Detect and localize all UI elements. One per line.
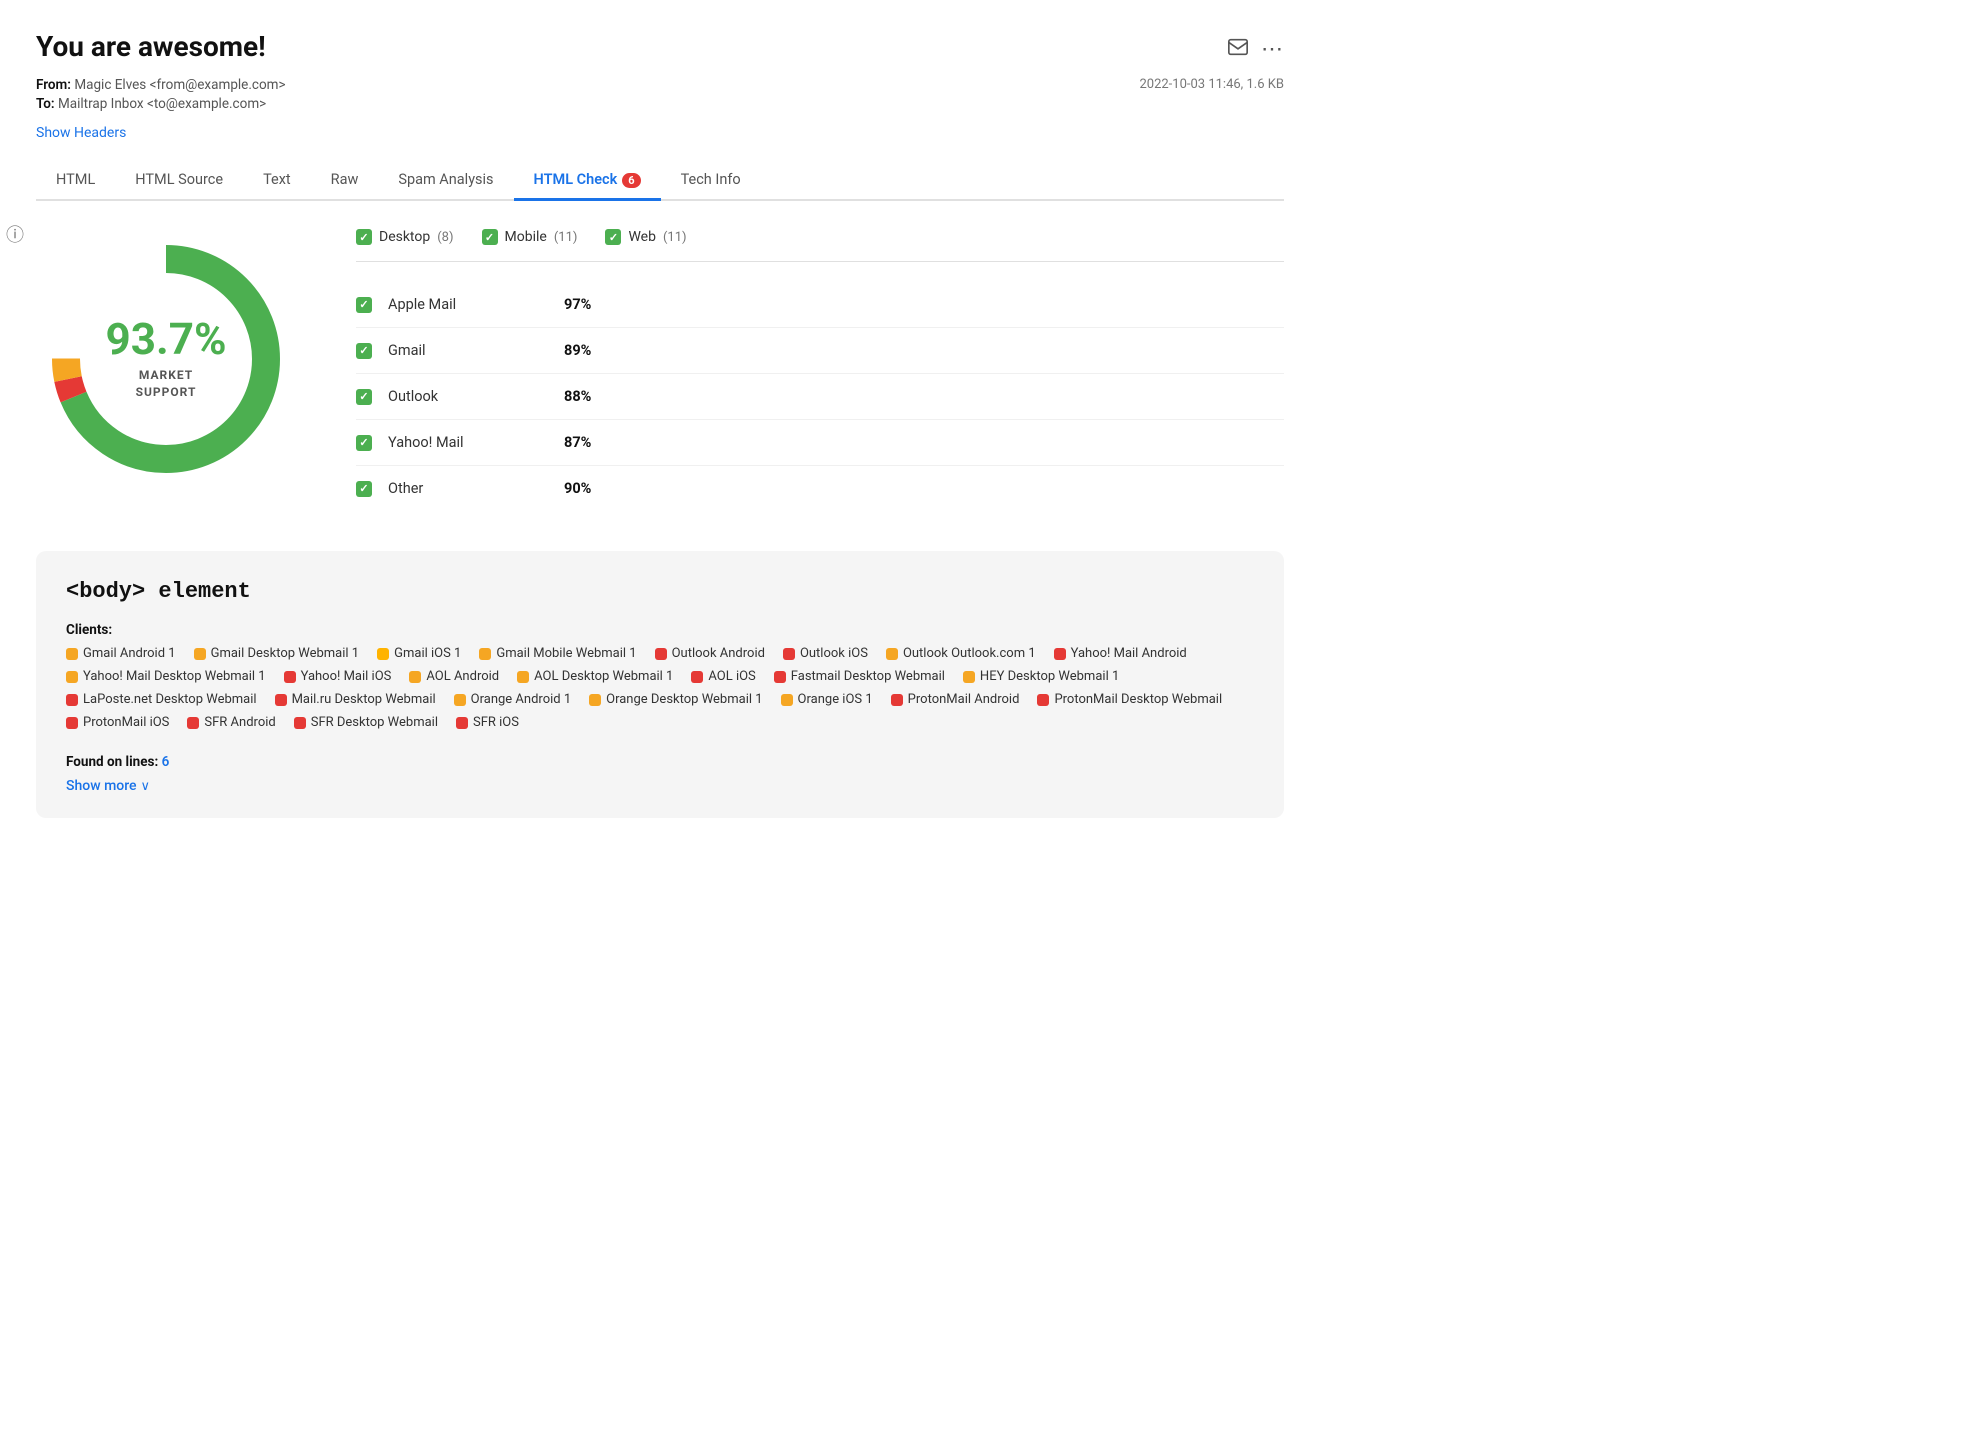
email-title: You are awesome! — [36, 30, 266, 63]
gmail-checkbox[interactable] — [356, 343, 372, 359]
stat-outlook: Outlook 88% — [356, 374, 1284, 420]
list-item: SFR Desktop Webmail — [294, 715, 438, 730]
list-item: SFR iOS — [456, 715, 519, 730]
list-item: Orange iOS 1 — [781, 692, 873, 707]
body-element-section: <body> element Clients: Gmail Android 1 G… — [36, 551, 1284, 818]
filter-mobile-label: Mobile — [505, 229, 547, 245]
list-item: Gmail Mobile Webmail 1 — [479, 646, 636, 661]
show-more-button[interactable]: Show more — [66, 778, 150, 794]
list-item: Outlook Outlook.com 1 — [886, 646, 1036, 661]
stats-panel: Desktop (8) Mobile (11) Web (11) Apple M… — [356, 229, 1284, 511]
filter-desktop-count: (8) — [437, 230, 453, 245]
tab-text[interactable]: Text — [243, 161, 311, 201]
yahoo-mail-checkbox[interactable] — [356, 435, 372, 451]
gmail-label: Gmail — [388, 342, 548, 359]
list-item: ProtonMail Android — [891, 692, 1020, 707]
to-label: To: — [36, 96, 55, 112]
list-item: Outlook Android — [655, 646, 765, 661]
html-check-badge: 6 — [622, 173, 640, 188]
donut-percent: 93.7% — [105, 317, 226, 361]
clients-label: Clients: — [66, 622, 112, 638]
outlook-label: Outlook — [388, 388, 548, 405]
found-lines-label: Found on lines: — [66, 754, 158, 770]
mobile-checkbox[interactable] — [482, 229, 498, 245]
list-item: Yahoo! Mail Android — [1054, 646, 1187, 661]
tab-spam-analysis[interactable]: Spam Analysis — [378, 161, 513, 201]
outlook-checkbox[interactable] — [356, 389, 372, 405]
email-date: 2022-10-03 11:46, 1.6 KB — [1139, 77, 1284, 92]
clients-row: Clients: Gmail Android 1 Gmail Desktop We… — [66, 622, 1254, 738]
filter-row: Desktop (8) Mobile (11) Web (11) — [356, 229, 1284, 262]
gmail-value: 89% — [564, 342, 591, 359]
list-item: Orange Desktop Webmail 1 — [589, 692, 762, 707]
tab-tech-info[interactable]: Tech Info — [661, 161, 761, 201]
to-value: Mailtrap Inbox <to@example.com> — [58, 96, 266, 112]
found-lines: Found on lines: 6 — [66, 754, 1254, 770]
stat-other: Other 90% — [356, 466, 1284, 511]
list-item: Mail.ru Desktop Webmail — [275, 692, 436, 707]
list-item: Yahoo! Mail iOS — [284, 669, 392, 684]
tab-raw[interactable]: Raw — [311, 161, 379, 201]
list-item: Fastmail Desktop Webmail — [774, 669, 945, 684]
donut-chart: 93.7% MARKETSUPPORT — [36, 229, 296, 489]
from-value: Magic Elves <from@example.com> — [74, 77, 285, 93]
filter-web[interactable]: Web (11) — [605, 229, 686, 245]
filter-desktop[interactable]: Desktop (8) — [356, 229, 454, 245]
list-item: Outlook iOS — [783, 646, 868, 661]
tab-html-source[interactable]: HTML Source — [115, 161, 243, 201]
apple-mail-checkbox[interactable] — [356, 297, 372, 313]
list-item: Gmail Android 1 — [66, 646, 176, 661]
list-item: Gmail iOS 1 — [377, 646, 461, 661]
stat-gmail: Gmail 89% — [356, 328, 1284, 374]
web-checkbox[interactable] — [605, 229, 621, 245]
other-value: 90% — [564, 480, 591, 497]
filter-mobile[interactable]: Mobile (11) — [482, 229, 578, 245]
list-item: AOL Desktop Webmail 1 — [517, 669, 673, 684]
tab-html[interactable]: HTML — [36, 161, 115, 201]
yahoo-mail-label: Yahoo! Mail — [388, 434, 548, 451]
other-label: Other — [388, 480, 548, 497]
stat-apple-mail: Apple Mail 97% — [356, 282, 1284, 328]
list-item: LaPoste.net Desktop Webmail — [66, 692, 257, 707]
more-options-icon[interactable]: ⋯ — [1261, 37, 1284, 62]
other-checkbox[interactable] — [356, 481, 372, 497]
filter-mobile-count: (11) — [554, 230, 578, 245]
list-item: Gmail Desktop Webmail 1 — [194, 646, 360, 661]
yahoo-mail-value: 87% — [564, 434, 591, 451]
list-item: ProtonMail Desktop Webmail — [1037, 692, 1222, 707]
email-icon[interactable] — [1227, 36, 1249, 62]
apple-mail-label: Apple Mail — [388, 296, 548, 313]
list-item: HEY Desktop Webmail 1 — [963, 669, 1119, 684]
body-section-title: <body> element — [66, 579, 1254, 604]
list-item: ProtonMail iOS — [66, 715, 169, 730]
tab-html-check[interactable]: HTML Check6 — [514, 161, 661, 201]
list-item: Yahoo! Mail Desktop Webmail 1 — [66, 669, 266, 684]
filter-web-count: (11) — [663, 230, 687, 245]
list-item: Orange Android 1 — [454, 692, 571, 707]
list-item: AOL Android — [409, 669, 499, 684]
info-icon[interactable]: ⓘ — [6, 221, 24, 247]
outlook-value: 88% — [564, 388, 591, 405]
desktop-checkbox[interactable] — [356, 229, 372, 245]
stat-yahoo-mail: Yahoo! Mail 87% — [356, 420, 1284, 466]
list-item: AOL iOS — [691, 669, 755, 684]
show-headers-link[interactable]: Show Headers — [36, 125, 126, 141]
filter-desktop-label: Desktop — [379, 229, 430, 245]
list-item: SFR Android — [187, 715, 275, 730]
filter-web-label: Web — [628, 229, 656, 245]
apple-mail-value: 97% — [564, 296, 591, 313]
found-lines-count: 6 — [162, 754, 170, 770]
tab-bar: HTML HTML Source Text Raw Spam Analysis … — [36, 161, 1284, 201]
donut-label: MARKETSUPPORT — [105, 367, 226, 401]
from-label: From: — [36, 77, 71, 93]
